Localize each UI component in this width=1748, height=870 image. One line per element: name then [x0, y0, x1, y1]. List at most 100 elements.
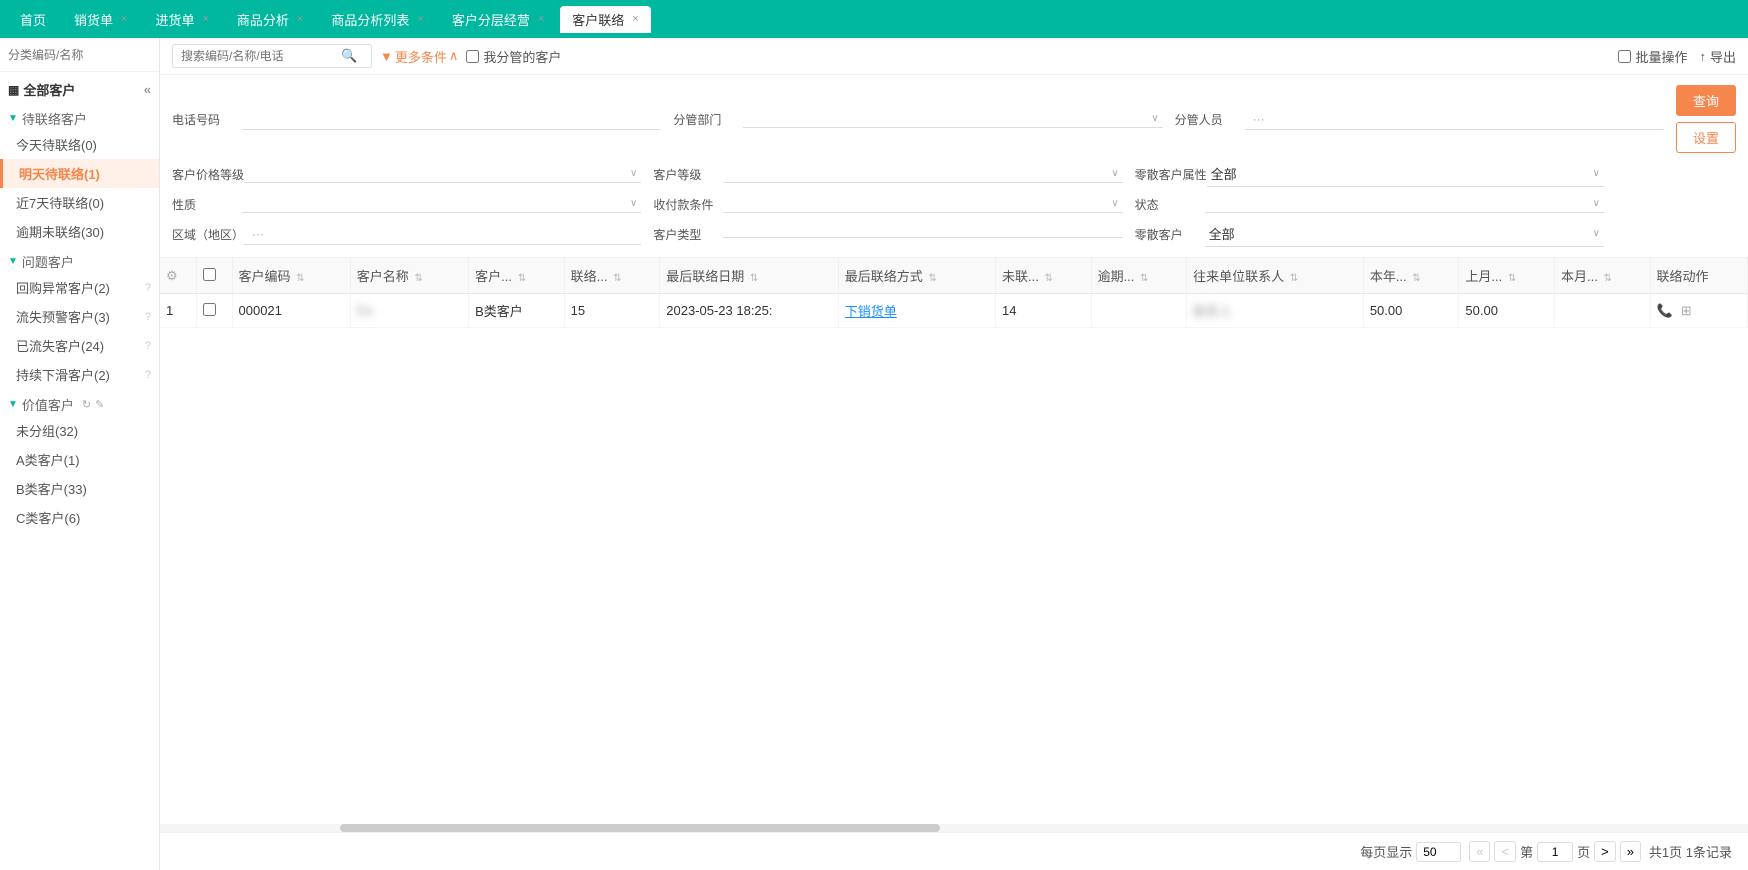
- customer-type-select[interactable]: [723, 231, 1122, 238]
- table-row: 1 000021 Ea B类客户 15 2023-05-23 18:25: 下销…: [160, 294, 1748, 328]
- price-level-select[interactable]: ∨: [244, 165, 641, 183]
- nav-customer-contact[interactable]: 客户联络 ×: [560, 6, 650, 33]
- sort-icon[interactable]: ⇅: [1290, 273, 1298, 284]
- search-input[interactable]: [181, 49, 341, 63]
- sort-icon[interactable]: ⇅: [296, 273, 304, 284]
- person-select[interactable]: ···: [1245, 109, 1664, 130]
- row-select-checkbox[interactable]: [203, 303, 216, 316]
- last-method-link[interactable]: 下销货单: [845, 304, 897, 319]
- sidebar-item-today[interactable]: 今天待联络(0): [0, 130, 159, 159]
- nav-product-analysis-list[interactable]: 商品分析列表 ×: [319, 6, 435, 33]
- refresh-icon[interactable]: ↻: [82, 398, 91, 411]
- batch-op-btn[interactable]: 批量操作: [1618, 47, 1687, 66]
- batch-op-checkbox[interactable]: [1618, 50, 1631, 63]
- last-page-btn[interactable]: »: [1620, 841, 1641, 862]
- th-overdue: 逾期... ⇅: [1091, 258, 1187, 294]
- customer-level-select[interactable]: ∨: [723, 165, 1122, 183]
- first-page-btn[interactable]: «: [1469, 841, 1490, 862]
- table-header-row: ⚙ 客户编码 ⇅ 客户名称 ⇅: [160, 258, 1748, 294]
- sidebar-item-b-class[interactable]: B类客户(33): [0, 474, 159, 503]
- close-icon[interactable]: ×: [297, 13, 303, 25]
- nav-customer-layering[interactable]: 客户分层经营 ×: [440, 6, 556, 33]
- nav-sales-order[interactable]: 销货单 ×: [62, 6, 139, 33]
- close-icon[interactable]: ×: [538, 13, 544, 25]
- sort-icon[interactable]: ⇅: [1140, 273, 1148, 284]
- retail-attr-select[interactable]: 全部 ∨: [1207, 161, 1604, 187]
- edit-icon[interactable]: ✎: [95, 398, 104, 411]
- th-name: 客户名称 ⇅: [350, 258, 468, 294]
- sort-icon[interactable]: ⇅: [1412, 273, 1420, 284]
- status-select[interactable]: ∨: [1205, 195, 1604, 213]
- row-checkbox: [196, 294, 232, 328]
- sidebar-search-input[interactable]: [8, 48, 160, 62]
- sidebar-item-churned[interactable]: 已流失客户(24) ?: [0, 331, 159, 360]
- sidebar-group-problem[interactable]: ▼ 问题客户: [0, 246, 159, 273]
- sidebar-item-tomorrow[interactable]: 明天待联络(1): [0, 159, 159, 188]
- sort-icon[interactable]: ⇅: [1044, 273, 1052, 284]
- query-button[interactable]: 查询: [1676, 85, 1736, 116]
- retail-customer-select[interactable]: 全部 ∨: [1205, 221, 1604, 247]
- phone-input[interactable]: [242, 109, 661, 130]
- settings-button[interactable]: 设置: [1676, 122, 1736, 153]
- toolbar-right: 批量操作 ↑ 导出: [1618, 47, 1736, 66]
- next-page-btn[interactable]: >: [1594, 841, 1616, 862]
- help-icon[interactable]: ?: [145, 282, 151, 294]
- sidebar-item-declining[interactable]: 持续下滑客户(2) ?: [0, 360, 159, 389]
- help-icon[interactable]: ?: [145, 340, 151, 352]
- close-icon[interactable]: ×: [632, 13, 638, 25]
- sidebar-item-c-class[interactable]: C类客户(6): [0, 503, 159, 532]
- caret-icon: ∨: [1111, 198, 1118, 209]
- sort-icon[interactable]: ⇅: [613, 273, 621, 284]
- sidebar-group-pending[interactable]: ▼ 待联络客户: [0, 103, 159, 130]
- search-icon[interactable]: 🔍: [341, 48, 357, 64]
- sort-icon[interactable]: ⇅: [518, 273, 526, 284]
- nav-product-analysis[interactable]: 商品分析 ×: [225, 6, 315, 33]
- collapse-icon[interactable]: «: [144, 82, 151, 97]
- sort-icon[interactable]: ⇅: [1603, 273, 1611, 284]
- dots-icon[interactable]: ···: [1253, 112, 1265, 126]
- prev-page-btn[interactable]: <: [1494, 841, 1516, 862]
- export-btn[interactable]: ↑ 导出: [1699, 47, 1736, 66]
- page-size-dropdown[interactable]: 50 100 200: [1416, 842, 1461, 862]
- nav-home[interactable]: 首页: [8, 6, 58, 33]
- my-customers-checkbox[interactable]: [466, 50, 479, 63]
- dept-select[interactable]: ∨: [743, 110, 1162, 128]
- sort-icon[interactable]: ⇅: [928, 273, 936, 284]
- close-icon[interactable]: ×: [121, 13, 127, 25]
- sidebar-item-ungrouped[interactable]: 未分组(32): [0, 416, 159, 445]
- sort-icon[interactable]: ⇅: [1508, 273, 1516, 284]
- th-contact-person: 往来单位联系人 ⇅: [1187, 258, 1364, 294]
- grid-action-icon[interactable]: ⊞: [1681, 303, 1692, 319]
- settings-icon[interactable]: ⚙: [166, 268, 178, 283]
- sidebar-item-overdue[interactable]: 逾期未联络(30): [0, 217, 159, 246]
- filter-row-2: 客户价格等级 ∨ 客户等级 ∨ 零散客户属性 全部 ∨: [172, 161, 1736, 187]
- help-icon[interactable]: ?: [145, 369, 151, 381]
- payment-select[interactable]: ∨: [723, 195, 1122, 213]
- scrollbar-thumb[interactable]: [340, 824, 940, 832]
- horizontal-scrollbar[interactable]: [160, 824, 1748, 832]
- row-action: 📞 ⊞: [1650, 294, 1747, 328]
- all-customers-header[interactable]: ▦ 全部客户 «: [0, 72, 159, 103]
- select-all-checkbox[interactable]: [203, 268, 216, 281]
- sidebar-item-churn-warning[interactable]: 流失预警客户(3) ?: [0, 302, 159, 331]
- close-icon[interactable]: ×: [202, 13, 208, 25]
- sidebar-item-repurchase-abnormal[interactable]: 回购异常客户(2) ?: [0, 273, 159, 302]
- nature-select[interactable]: ∨: [242, 195, 641, 213]
- help-icon[interactable]: ?: [145, 311, 151, 323]
- sort-icon[interactable]: ⇅: [414, 273, 422, 284]
- nav-purchase-order[interactable]: 进货单 ×: [143, 6, 220, 33]
- caret-icon: ∨: [1593, 228, 1600, 239]
- sidebar-group-value[interactable]: ▼ 价值客户 ↻ ✎: [0, 389, 159, 416]
- filter-form: 电话号码 分管部门 ∨ 分管人员 ··· 查询 设置: [160, 75, 1748, 258]
- region-select[interactable]: ···: [244, 224, 641, 245]
- close-icon[interactable]: ×: [417, 13, 423, 25]
- more-conditions-btn[interactable]: ▼ 更多条件 ∧: [380, 47, 458, 66]
- sort-icon[interactable]: ⇅: [750, 273, 758, 284]
- row-this-month: [1554, 294, 1650, 328]
- dots-icon[interactable]: ···: [252, 227, 264, 241]
- page-number-input[interactable]: [1537, 842, 1573, 862]
- phone-action-icon[interactable]: 📞: [1657, 303, 1673, 319]
- sidebar-item-a-class[interactable]: A类客户(1): [0, 445, 159, 474]
- sidebar-item-7days[interactable]: 近7天待联络(0): [0, 188, 159, 217]
- filter-region: 区域（地区） ···: [172, 224, 641, 245]
